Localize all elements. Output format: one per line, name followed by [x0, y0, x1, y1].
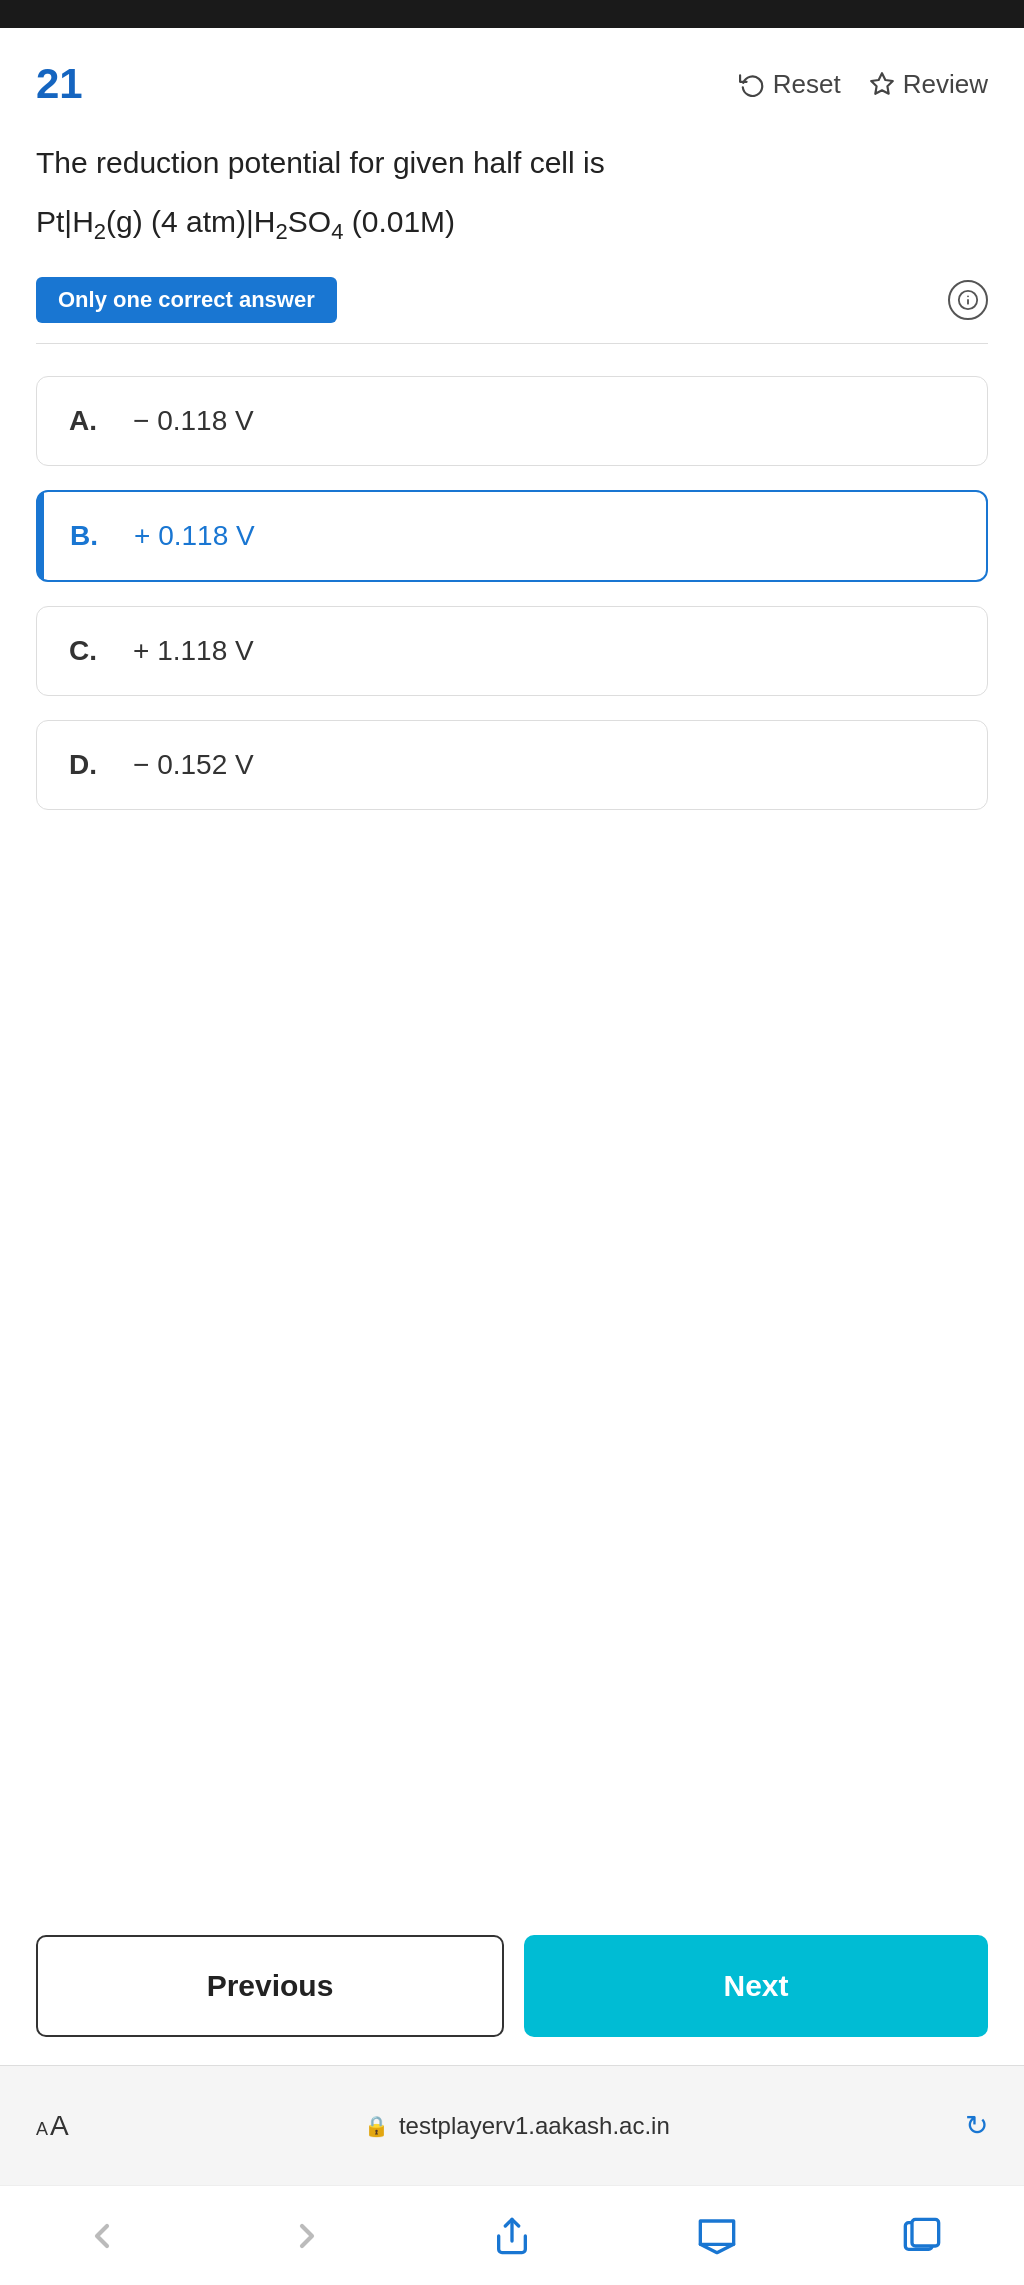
font-size-control[interactable]: A A [36, 2110, 69, 2142]
reset-button[interactable]: Reset [739, 69, 841, 100]
divider [36, 343, 988, 344]
share-button[interactable] [472, 2206, 552, 2266]
lock-icon: 🔒 [364, 2114, 389, 2138]
option-B-text: + 0.118 V [134, 520, 954, 552]
forward-button[interactable] [267, 2206, 347, 2266]
header-row: 21 Reset Review [36, 60, 988, 108]
option-B-label: B. [70, 520, 110, 552]
next-button[interactable]: Next [524, 1935, 988, 2037]
option-B[interactable]: B. + 0.118 V [36, 490, 988, 582]
info-icon[interactable] [948, 280, 988, 320]
status-bar [0, 0, 1024, 28]
url-text: testplayerv1.aakash.ac.in [399, 2112, 670, 2140]
reload-icon[interactable]: ↻ [965, 2109, 988, 2142]
previous-button[interactable]: Previous [36, 1935, 504, 2037]
option-A[interactable]: A. − 0.118 V [36, 376, 988, 466]
browser-url-bar[interactable]: 🔒 testplayerv1.aakash.ac.in [89, 2112, 945, 2140]
tabs-button[interactable] [882, 2206, 962, 2266]
reset-icon [739, 71, 765, 97]
font-size-large: A [50, 2110, 69, 2142]
question-text: The reduction potential for given half c… [36, 140, 988, 185]
bookmarks-button[interactable] [677, 2206, 757, 2266]
options-list: A. − 0.118 V B. + 0.118 V C. + 1.118 V D… [36, 376, 988, 810]
spacer [0, 1369, 1024, 1908]
svg-marker-0 [871, 73, 893, 94]
option-A-label: A. [69, 405, 109, 437]
question-formula: Pt|H2(g) (4 atm)|H2SO4 (0.01M) [36, 205, 988, 245]
option-D-label: D. [69, 749, 109, 781]
option-D[interactable]: D. − 0.152 V [36, 720, 988, 810]
font-size-small: A [36, 2119, 48, 2140]
question-number: 21 [36, 60, 83, 108]
svg-rect-6 [912, 2219, 939, 2246]
option-D-text: − 0.152 V [133, 749, 955, 781]
review-button[interactable]: Review [869, 69, 988, 100]
answer-type-badge: Only one correct answer [36, 277, 337, 323]
option-C-text: + 1.118 V [133, 635, 955, 667]
header-actions: Reset Review [739, 69, 988, 100]
option-C-label: C. [69, 635, 109, 667]
browser-bar: A A 🔒 testplayerv1.aakash.ac.in ↻ [0, 2065, 1024, 2185]
bottom-nav [0, 2185, 1024, 2285]
back-button[interactable] [62, 2206, 142, 2266]
star-icon [869, 71, 895, 97]
main-content: 21 Reset Review The reduction potential … [0, 28, 1024, 1369]
answer-type-row: Only one correct answer [36, 277, 988, 323]
option-A-text: − 0.118 V [133, 405, 955, 437]
option-C[interactable]: C. + 1.118 V [36, 606, 988, 696]
nav-buttons: Previous Next [0, 1907, 1024, 2065]
